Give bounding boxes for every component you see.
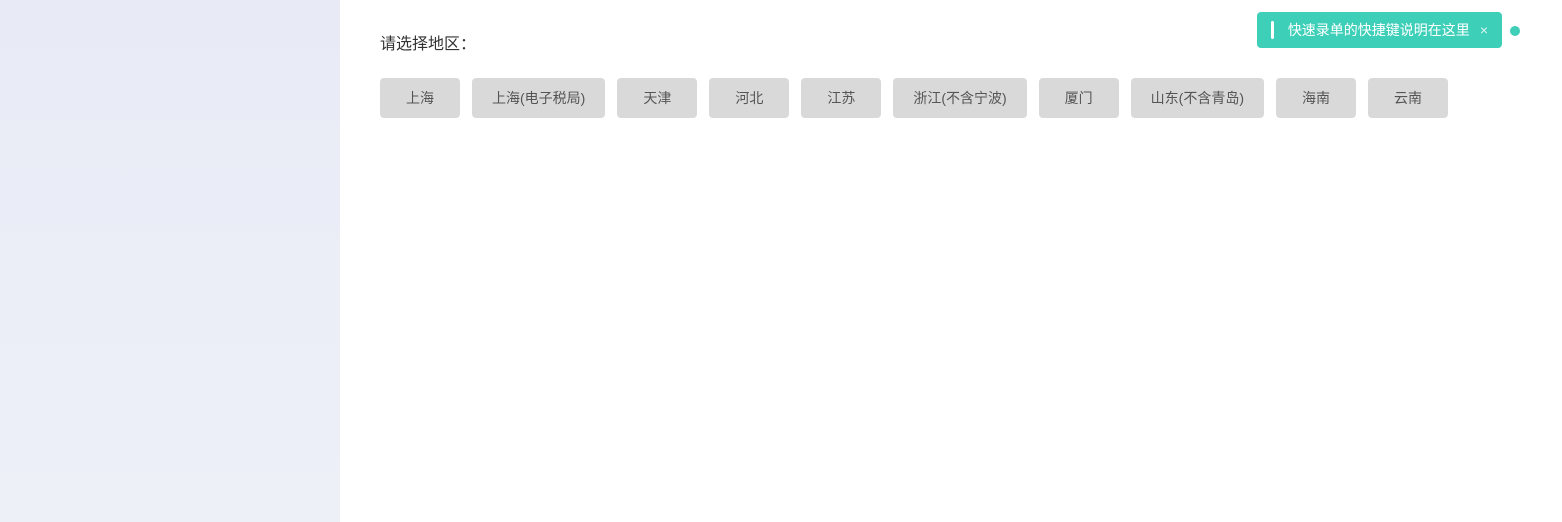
tooltip-indicator-dot xyxy=(1510,26,1520,36)
tooltip-text: 快速录单的快捷键说明在这里 xyxy=(1288,20,1470,40)
region-grid: 上海上海(电子税局) 天津河北江苏浙江(不含宁波) 厦门山东(不含青岛) 海南云南 xyxy=(380,78,1522,118)
region-button-xiamen[interactable]: 厦门 xyxy=(1039,78,1119,118)
tooltip-bubble: 快速录单的快捷键说明在这里 × xyxy=(1257,12,1502,48)
main-content: 请选择地区： 上海上海(电子税局)天津河北江苏浙江(不含宁波)厦门山东(不含青岛… xyxy=(340,0,1562,522)
tooltip-close-button[interactable]: × xyxy=(1480,22,1488,38)
region-button-yunnan[interactable]: 云南 xyxy=(1368,78,1448,118)
region-button-shanghai-etax[interactable]: 上海(电子税局) xyxy=(472,78,605,118)
region-button-shandong[interactable]: 山东(不含青岛) xyxy=(1131,78,1264,118)
region-button-shanghai[interactable]: 上海 xyxy=(380,78,460,118)
region-button-hainan[interactable]: 海南 xyxy=(1276,78,1356,118)
region-button-zhejiang[interactable]: 浙江(不含宁波) xyxy=(893,78,1026,118)
region-button-jiangsu[interactable]: 江苏 xyxy=(801,78,881,118)
sidebar xyxy=(0,0,340,522)
region-button-hebei[interactable]: 河北 xyxy=(709,78,789,118)
region-button-tianjin[interactable]: 天津 xyxy=(617,78,697,118)
